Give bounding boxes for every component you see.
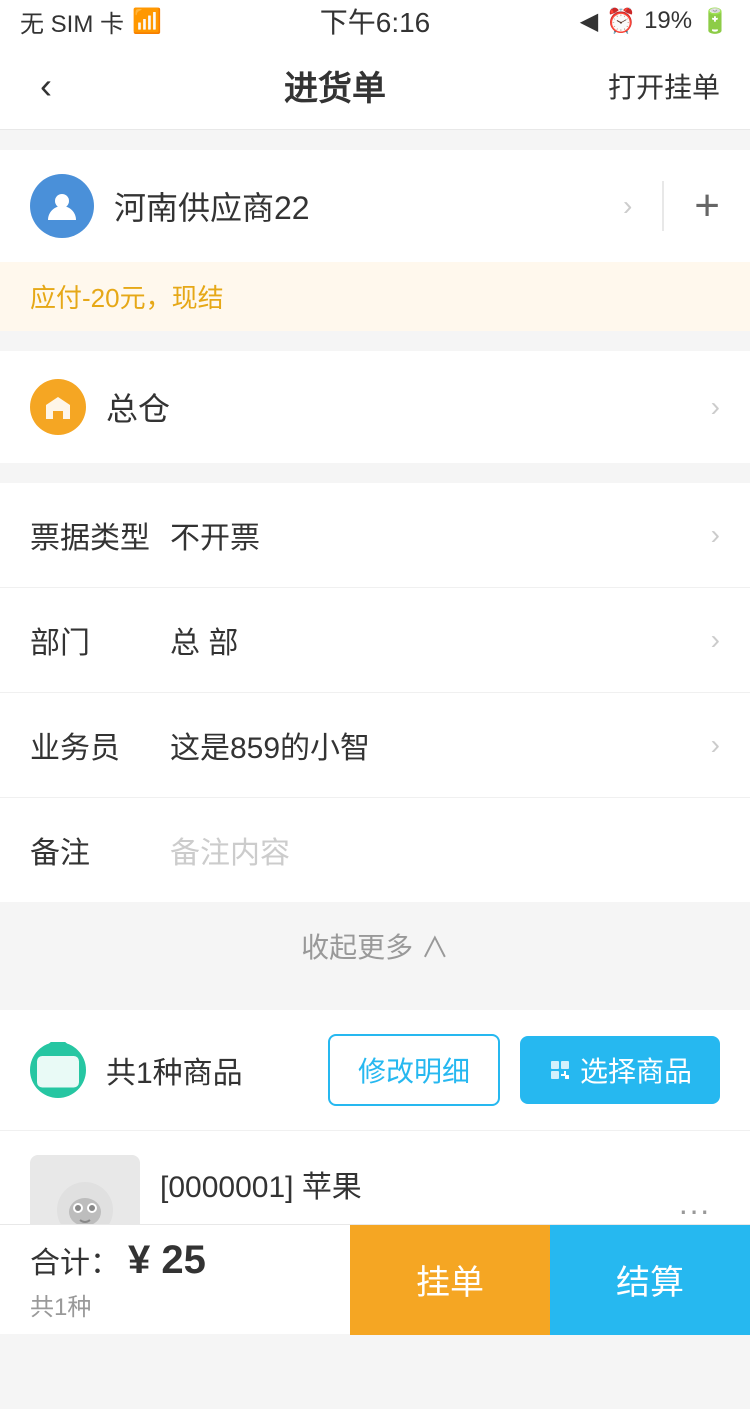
section-gap-3 [0,463,750,483]
supplier-divider [662,181,664,231]
invoice-type-row[interactable]: 票据类型 不开票 › [0,483,750,587]
total-main: 合计： ¥ 25 [30,1238,320,1283]
department-row[interactable]: 部门 总 部 › [0,587,750,692]
salesperson-value: 这是859的小智 [170,723,711,767]
warehouse-icon [30,379,86,435]
salesperson-label: 业务员 [30,723,170,767]
warehouse-section: 总仓 › [0,351,750,463]
product-id: [0000001] [160,1171,293,1204]
alarm-icon: ⏰ [606,7,636,36]
collapse-button[interactable]: 收起更多 ∧ [0,902,750,990]
salesperson-arrow-icon: › [711,729,720,761]
bottom-bar: 合计： ¥ 25 共1种 挂单 结算 [0,1224,750,1334]
status-left: 无 SIM 卡 📶 [20,4,162,39]
edit-detail-button[interactable]: 修改明细 [328,1034,500,1106]
checkout-button[interactable]: 结算 [550,1225,750,1335]
invoice-type-arrow-icon: › [711,519,720,551]
status-bar: 无 SIM 卡 📶 下午6:16 ◀ ⏰ 19% 🔋 [0,0,750,42]
department-arrow-icon: › [711,624,720,656]
total-section: 合计： ¥ 25 共1种 [0,1238,350,1322]
nav-bar: ‹ 进货单 打开挂单 [0,42,750,130]
warehouse-name: 总仓 [106,384,711,430]
invoice-type-label: 票据类型 [30,513,170,557]
remark-input[interactable]: 备注内容 [170,828,720,872]
products-icon [30,1042,86,1098]
supplier-section: 河南供应商22 › + 应付-20元，现结 [0,150,750,331]
supplier-avatar [30,174,94,238]
form-section: 票据类型 不开票 › 部门 总 部 › 业务员 这是859的小智 › 备注 备注… [0,483,750,902]
main-content: 河南供应商22 › + 应付-20元，现结 总仓 › 票据类型 不开 [0,130,750,1409]
section-gap-1 [0,130,750,150]
page-title: 进货单 [284,61,386,110]
products-header: 共1种商品 修改明细 选择商品 [0,1010,750,1130]
warehouse-arrow-icon: › [711,391,720,423]
carrier-label: 无 SIM 卡 [20,4,124,39]
time-label: 下午6:16 [320,1,431,41]
section-gap-2 [0,331,750,351]
total-amount: ¥ 25 [128,1238,206,1283]
supplier-arrow-icon: › [623,190,632,222]
remark-row[interactable]: 备注 备注内容 [0,797,750,902]
section-gap-4 [0,990,750,1010]
select-product-label: 选择商品 [580,1050,692,1090]
products-count: 共1种商品 [106,1048,308,1092]
total-sub: 共1种 [30,1287,320,1322]
select-product-button[interactable]: 选择商品 [520,1036,720,1104]
product-name: [0000001] 苹果 [160,1162,648,1206]
supplier-name: 河南供应商22 [114,183,623,229]
salesperson-row[interactable]: 业务员 这是859的小智 › [0,692,750,797]
status-right: ◀ ⏰ 19% 🔋 [580,7,730,36]
wifi-icon: 📶 [132,7,162,36]
warehouse-row[interactable]: 总仓 › [0,351,750,463]
battery-icon: 🔋 [700,7,730,36]
total-label: 合计： [30,1238,120,1282]
hang-button[interactable]: 挂单 [350,1225,550,1335]
department-label: 部门 [30,618,170,662]
open-hang-button[interactable]: 打开挂单 [608,66,720,106]
invoice-type-value: 不开票 [170,513,711,557]
remark-label: 备注 [30,828,170,872]
battery-label: 19% [644,7,692,35]
back-button[interactable]: ‹ [30,55,62,117]
add-supplier-button[interactable]: + [694,184,720,228]
product-title: 苹果 [302,1171,362,1204]
department-value: 总 部 [170,618,711,662]
supplier-row[interactable]: 河南供应商22 › + [0,150,750,262]
notice-bar: 应付-20元，现结 [0,262,750,331]
location-icon: ◀ [580,7,598,36]
